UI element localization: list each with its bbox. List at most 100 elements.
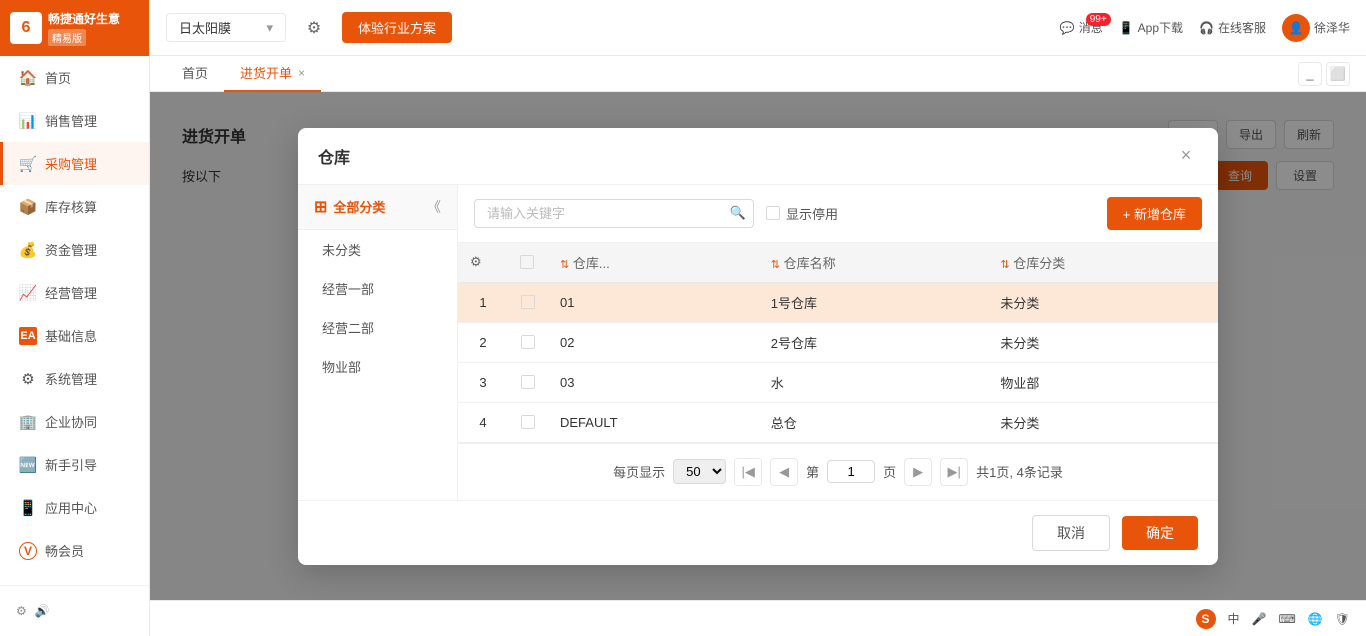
statusbar-mic[interactable]: 🎤 [1252,612,1267,626]
total-label: 共1页, 4条记录 [976,462,1063,481]
row-settings[interactable]: 4 [458,402,508,442]
logo-icon: 6 [10,12,42,44]
last-page-button[interactable]: ▶| [940,458,968,486]
app-download-button[interactable]: 📱 App下载 [1119,19,1183,36]
first-page-button[interactable]: |◀ [734,458,762,486]
row-checkbox[interactable] [508,402,548,442]
s-logo: S [1196,609,1216,629]
row-settings[interactable]: 3 [458,362,508,402]
sidebar-item-system[interactable]: ⚙ 系统管理 [0,357,149,400]
search-input[interactable] [474,199,754,228]
table-header: ⚙ ⇅ 仓库... [458,243,1218,283]
sidebar-item-appcenter[interactable]: 📱 应用中心 [0,486,149,529]
company-selector[interactable]: 日太阳膜 ▾ [166,13,286,42]
row-code: DEFAULT [548,402,759,442]
category-item-2[interactable]: 经营二部 [298,308,457,347]
confirm-button[interactable]: 确定 [1122,516,1198,550]
statusbar-keyboard[interactable]: ⌨ [1278,612,1295,626]
show-disabled-checkbox[interactable] [766,206,780,220]
sidebar-item-label: 销售管理 [45,111,97,130]
page-suffix: 页 [883,462,896,481]
category-title: ⊞ 全部分类 [314,197,385,217]
col-header-name: ⇅ 仓库名称 [759,243,989,283]
next-page-button[interactable]: ▶ [904,458,932,486]
breadcrumb-tab-home[interactable]: 首页 [166,56,224,92]
sidebar-item-sales[interactable]: 📊 销售管理 [0,99,149,142]
breadcrumb-tab-purchase[interactable]: 进货开单 × [224,56,321,92]
message-icon: 💬 [1060,21,1075,35]
cancel-button[interactable]: 取消 [1032,515,1110,551]
modal-close-button[interactable]: × [1174,144,1198,168]
add-warehouse-button[interactable]: + 新增仓库 [1107,197,1202,230]
sort-icon: ⇅ [560,259,569,271]
sort-icon: ⇅ [771,259,780,271]
tab-close-icon[interactable]: × [298,66,305,80]
sidebar-item-label: 应用中心 [45,498,97,517]
table-row[interactable]: 3 03 水 物业部 [458,362,1218,402]
sidebar-item-operations[interactable]: 📈 经营管理 [0,271,149,314]
prev-page-button[interactable]: ◀ [770,458,798,486]
row-checkbox[interactable] [508,322,548,362]
statusbar-shield[interactable]: 🛡 [1335,612,1350,626]
sidebar-item-finance[interactable]: 💰 资金管理 [0,228,149,271]
statusbar-zh[interactable]: 中 [1228,610,1240,627]
sidebar: 6 畅捷通好生意 精易版 🏠 首页 📊 销售管理 🛒 采购管理 📦 库存核算 💰… [0,0,150,636]
category-item-1[interactable]: 经营一部 [298,269,457,308]
modal-title: 仓库 [318,144,350,168]
sidebar-item-inventory[interactable]: 📦 库存核算 [0,185,149,228]
col-header-settings: ⚙ [458,243,508,283]
table-row[interactable]: 2 02 2号仓库 未分类 [458,322,1218,362]
breadcrumb-maximize[interactable]: ⬜ [1326,62,1350,86]
row-checkbox[interactable] [508,282,548,322]
warehouse-modal: 仓库 × ⊞ 全部分类 《 [298,128,1218,565]
sidebar-item-enterprise[interactable]: 🏢 企业协同 [0,400,149,443]
sidebar-item-purchase[interactable]: 🛒 采购管理 [0,142,149,185]
message-button[interactable]: 💬 99+ 消息 [1060,19,1103,36]
online-service-button[interactable]: 🎧 在线客服 [1199,19,1266,36]
category-header: ⊞ 全部分类 《 [298,185,457,230]
page-input[interactable] [827,460,875,483]
category-item-0[interactable]: 未分类 [298,230,457,269]
statusbar-translate[interactable]: 🌐 [1308,612,1323,626]
breadcrumb-minimize[interactable]: _ [1298,62,1322,86]
modal-overlay[interactable]: 仓库 × ⊞ 全部分类 《 [150,92,1366,600]
table-row[interactable]: 4 DEFAULT 总仓 未分类 [458,402,1218,442]
search-icon[interactable]: 🔍 [730,205,746,221]
headset-icon: 🎧 [1199,21,1214,35]
sidebar-item-member[interactable]: V 畅会员 [0,529,149,572]
sidebar-item-home[interactable]: 🏠 首页 [0,56,149,99]
collapse-icon[interactable]: 《 [427,197,441,217]
topbar: 日太阳膜 ▾ ⚙ 体验行业方案 💬 99+ 消息 📱 App下载 🎧 在线客服 … [150,0,1366,56]
inventory-icon: 📦 [19,198,37,216]
finance-icon: 💰 [19,241,37,259]
online-service-label: 在线客服 [1218,19,1266,36]
app-icon: 📱 [1119,21,1134,35]
row-settings[interactable]: 2 [458,322,508,362]
user-profile[interactable]: 👤 徐泽华 [1282,14,1350,42]
sidebar-item-label: 资金管理 [45,240,97,259]
table-row[interactable]: 1 01 1号仓库 未分类 [458,282,1218,322]
sidebar-item-label: 经营管理 [45,283,97,302]
guide-icon: 🆕 [19,456,37,474]
category-sidebar: ⊞ 全部分类 《 未分类 经营一部 经营二部 [298,185,458,500]
sidebar-item-basic[interactable]: EA 基础信息 [0,314,149,357]
sidebar-logo: 6 畅捷通好生意 精易版 [0,0,149,56]
statusbar-s-icon[interactable]: S [1196,609,1216,629]
breadcrumb-bar: 首页 进货开单 × _ ⬜ [150,56,1366,92]
row-settings[interactable]: 1 [458,282,508,322]
warehouse-table: ⚙ ⇅ 仓库... [458,243,1218,443]
sidebar-item-guide[interactable]: 🆕 新手引导 [0,443,149,486]
sidebar-item-label: 首页 [45,68,71,87]
select-all-checkbox[interactable] [520,255,534,269]
breadcrumb-actions: _ ⬜ [1298,62,1350,86]
settings-icon: ⚙ [16,604,27,618]
sidebar-settings[interactable]: ⚙ 🔊 [0,594,149,628]
grid-icon: ⊞ [314,197,327,217]
trial-button[interactable]: 体验行业方案 [342,12,452,43]
category-item-3[interactable]: 物业部 [298,347,457,386]
sidebar-bottom: ⚙ 🔊 [0,585,149,636]
gear-button[interactable]: ⚙ [298,12,330,44]
row-checkbox[interactable] [508,362,548,402]
pagination: 每页显示 50 |◀ ◀ 第 页 ▶ ▶| 共1页, 4条记录 [458,443,1218,500]
per-page-select[interactable]: 50 [673,459,726,484]
